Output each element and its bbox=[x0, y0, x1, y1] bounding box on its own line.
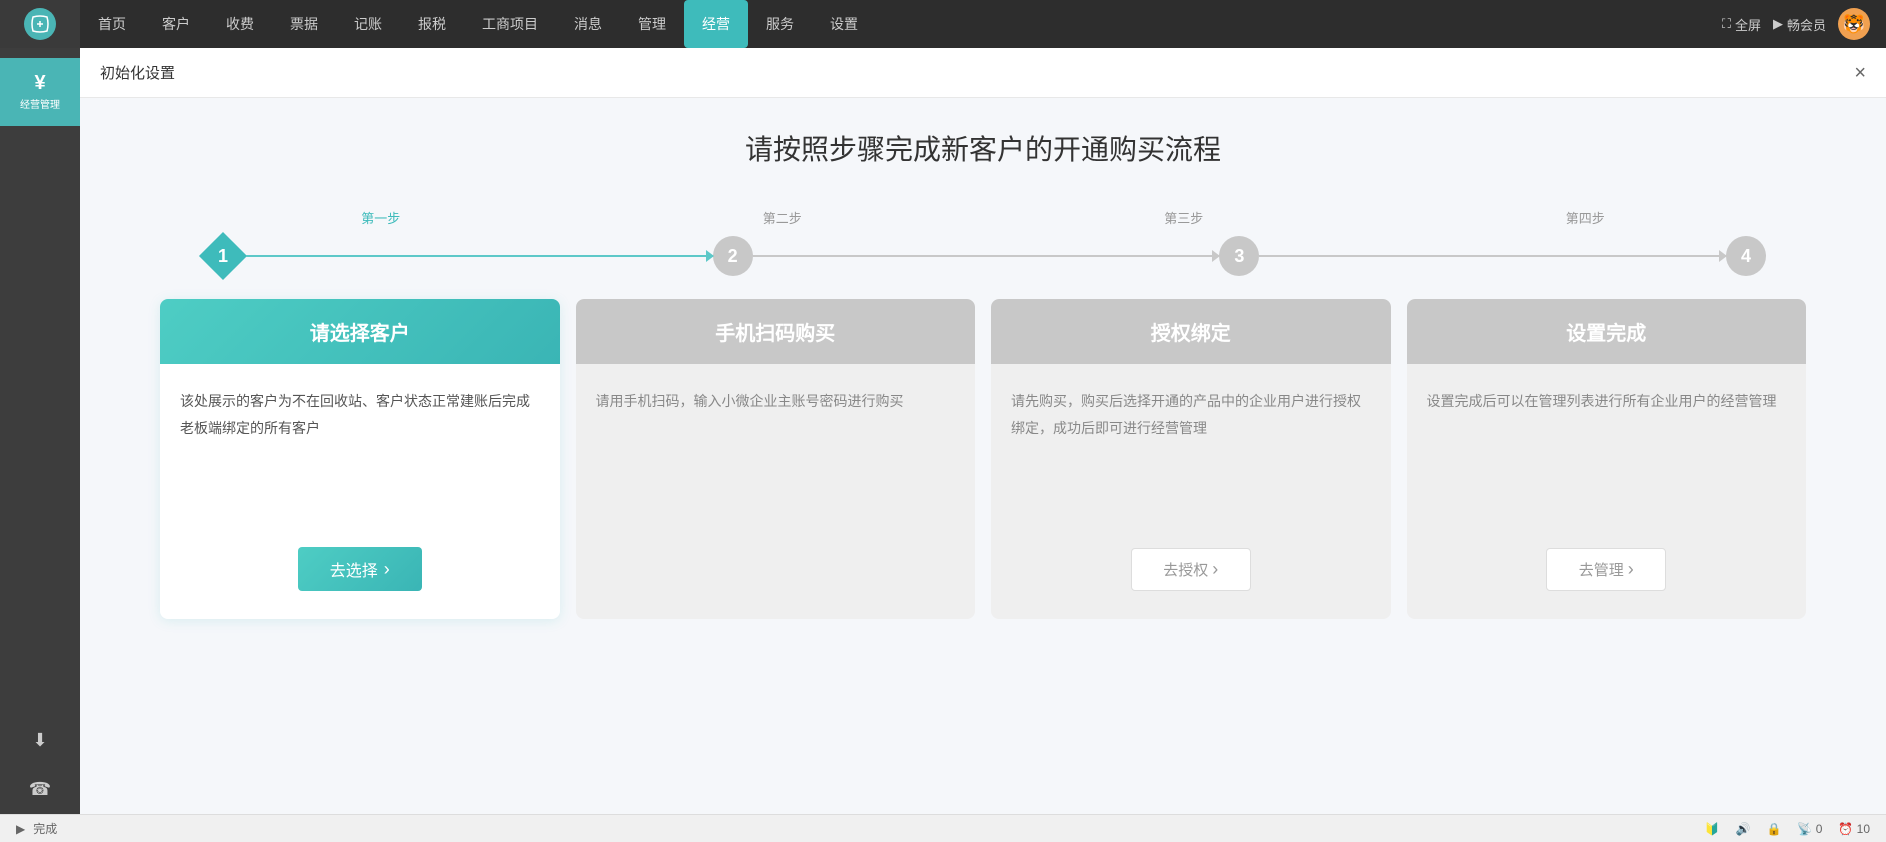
nav-items: 首页 客户 收费 票据 记账 报税 工商项目 消息 管理 经营 服务 设置 bbox=[80, 0, 1722, 48]
sidebar-item-operation[interactable]: ¥ 经营管理 bbox=[0, 58, 80, 126]
status-left: ▶ 完成 bbox=[16, 820, 57, 837]
nav-message[interactable]: 消息 bbox=[556, 0, 620, 48]
step-label-3: 第三步 bbox=[983, 208, 1385, 227]
step-line-1 bbox=[246, 255, 713, 257]
step-node-1: 1 bbox=[200, 233, 246, 279]
logo-area bbox=[0, 0, 80, 48]
volume-icon: 🔊 bbox=[1736, 822, 1751, 836]
status-text: 完成 bbox=[33, 820, 57, 837]
step-card-1: 请选择客户 该处展示的客户为不在回收站、客户状态正常建账后完成老板端绑定的所有客… bbox=[160, 299, 560, 619]
card-footer-1: 去选择 › bbox=[160, 531, 560, 619]
step-line-row: 1 2 3 bbox=[120, 233, 1846, 279]
step-node-3: 3 bbox=[1219, 236, 1259, 276]
card-header-1: 请选择客户 bbox=[160, 299, 560, 364]
arrow-icon-4: › bbox=[1628, 559, 1634, 580]
arrow-1 bbox=[706, 250, 714, 262]
page-header: 初始化设置 × bbox=[80, 48, 1886, 98]
nav-right-area: ⛶ 全屏 ▶ 畅会员 🐯 bbox=[1722, 8, 1886, 40]
step-labels-row: 第一步 第二步 第三步 第四步 bbox=[120, 208, 1846, 227]
step-node-4: 4 bbox=[1726, 236, 1766, 276]
sidebar-bottom: ⬇ ☎ bbox=[0, 716, 80, 814]
card-body-4: 设置完成后可以在管理列表进行所有企业用户的经营管理 bbox=[1407, 364, 1807, 532]
arrow-icon: › bbox=[384, 559, 390, 580]
status-bar: ▶ 完成 🔰 🔊 🔒 📡 0 ⏰ 10 bbox=[0, 814, 1886, 842]
sidebar: ¥ 经营管理 ⬇ ☎ bbox=[0, 48, 80, 814]
step-line-2 bbox=[753, 255, 1220, 257]
top-navigation: 首页 客户 收费 票据 记账 报税 工商项目 消息 管理 经营 服务 设置 ⛶ … bbox=[0, 0, 1886, 48]
member-btn[interactable]: ▶ 畅会员 bbox=[1773, 15, 1826, 34]
card-header-2: 手机扫码购买 bbox=[576, 299, 976, 364]
card-body-1: 该处展示的客户为不在回收站、客户状态正常建账后完成老板端绑定的所有客户 bbox=[160, 364, 560, 531]
step-node-2: 2 bbox=[713, 236, 753, 276]
step-line-3 bbox=[1259, 255, 1726, 257]
arrow-2 bbox=[1212, 250, 1220, 262]
go-select-button[interactable]: 去选择 › bbox=[298, 547, 422, 591]
nav-manage[interactable]: 管理 bbox=[620, 0, 684, 48]
yen-icon: ¥ bbox=[34, 72, 45, 95]
card-body-3: 请先购买，购买后选择开通的产品中的企业用户进行授权绑定，成功后即可进行经营管理 bbox=[991, 364, 1391, 532]
close-button[interactable]: × bbox=[1854, 63, 1866, 83]
go-authorize-button[interactable]: 去授权 › bbox=[1131, 548, 1251, 591]
card-header-3: 授权绑定 bbox=[991, 299, 1391, 364]
nav-home[interactable]: 首页 bbox=[80, 0, 144, 48]
card-footer-4: 去管理 › bbox=[1407, 532, 1807, 619]
step-label-1: 第一步 bbox=[180, 208, 582, 227]
nav-tax[interactable]: 报税 bbox=[400, 0, 464, 48]
user-avatar[interactable]: 🐯 bbox=[1838, 8, 1870, 40]
step-card-2: 手机扫码购买 请用手机扫码，输入小微企业主账号密码进行购买 bbox=[576, 299, 976, 619]
step-label-4: 第四步 bbox=[1385, 208, 1787, 227]
nav-account[interactable]: 记账 bbox=[336, 0, 400, 48]
nav-operation[interactable]: 经营 bbox=[684, 0, 748, 48]
time-status: ⏰ 10 bbox=[1838, 822, 1870, 836]
network-status: 📡 0 bbox=[1797, 822, 1822, 836]
support-icon: ☎ bbox=[29, 779, 51, 800]
step-card-4: 设置完成 设置完成后可以在管理列表进行所有企业用户的经营管理 去管理 › bbox=[1407, 299, 1807, 619]
go-manage-button[interactable]: 去管理 › bbox=[1546, 548, 1666, 591]
nav-ticket[interactable]: 票据 bbox=[272, 0, 336, 48]
main-layout: ¥ 经营管理 ⬇ ☎ 初始化设置 × 请按照步骤完成新客户的开通购买流程 第一步… bbox=[0, 48, 1886, 814]
cards-container: 请选择客户 该处展示的客户为不在回收站、客户状态正常建账后完成老板端绑定的所有客… bbox=[120, 299, 1846, 619]
step-label-2: 第二步 bbox=[582, 208, 984, 227]
card-header-4: 设置完成 bbox=[1407, 299, 1807, 364]
download-icon: ⬇ bbox=[32, 730, 47, 751]
nav-service[interactable]: 服务 bbox=[748, 0, 812, 48]
nav-settings[interactable]: 设置 bbox=[812, 0, 876, 48]
sidebar-download-btn[interactable]: ⬇ bbox=[0, 716, 80, 765]
arrow-icon-3: › bbox=[1212, 559, 1218, 580]
step-card-3: 授权绑定 请先购买，购买后选择开通的产品中的企业用户进行授权绑定，成功后即可进行… bbox=[991, 299, 1391, 619]
arrow-3 bbox=[1719, 250, 1727, 262]
nav-customer[interactable]: 客户 bbox=[144, 0, 208, 48]
card-body-2: 请用手机扫码，输入小微企业主账号密码进行购买 bbox=[576, 364, 976, 619]
flow-title: 请按照步骤完成新客户的开通购买流程 bbox=[120, 128, 1846, 168]
security-icon: 🔰 bbox=[1705, 822, 1720, 836]
nav-business[interactable]: 工商项目 bbox=[464, 0, 556, 48]
play-icon: ▶ bbox=[16, 822, 25, 836]
main-content: 请按照步骤完成新客户的开通购买流程 第一步 第二步 第三步 第四步 1 bbox=[80, 98, 1886, 814]
page-title: 初始化设置 bbox=[100, 62, 175, 83]
nav-fee[interactable]: 收费 bbox=[208, 0, 272, 48]
card-footer-3: 去授权 › bbox=[991, 532, 1391, 619]
lock-icon: 🔒 bbox=[1766, 822, 1781, 836]
fullscreen-btn[interactable]: ⛶ 全屏 bbox=[1722, 15, 1761, 34]
content-area: 初始化设置 × 请按照步骤完成新客户的开通购买流程 第一步 第二步 第三步 第四… bbox=[80, 48, 1886, 814]
sidebar-support-btn[interactable]: ☎ bbox=[0, 765, 80, 814]
logo-icon bbox=[24, 8, 56, 40]
status-right: 🔰 🔊 🔒 📡 0 ⏰ 10 bbox=[1705, 822, 1870, 836]
